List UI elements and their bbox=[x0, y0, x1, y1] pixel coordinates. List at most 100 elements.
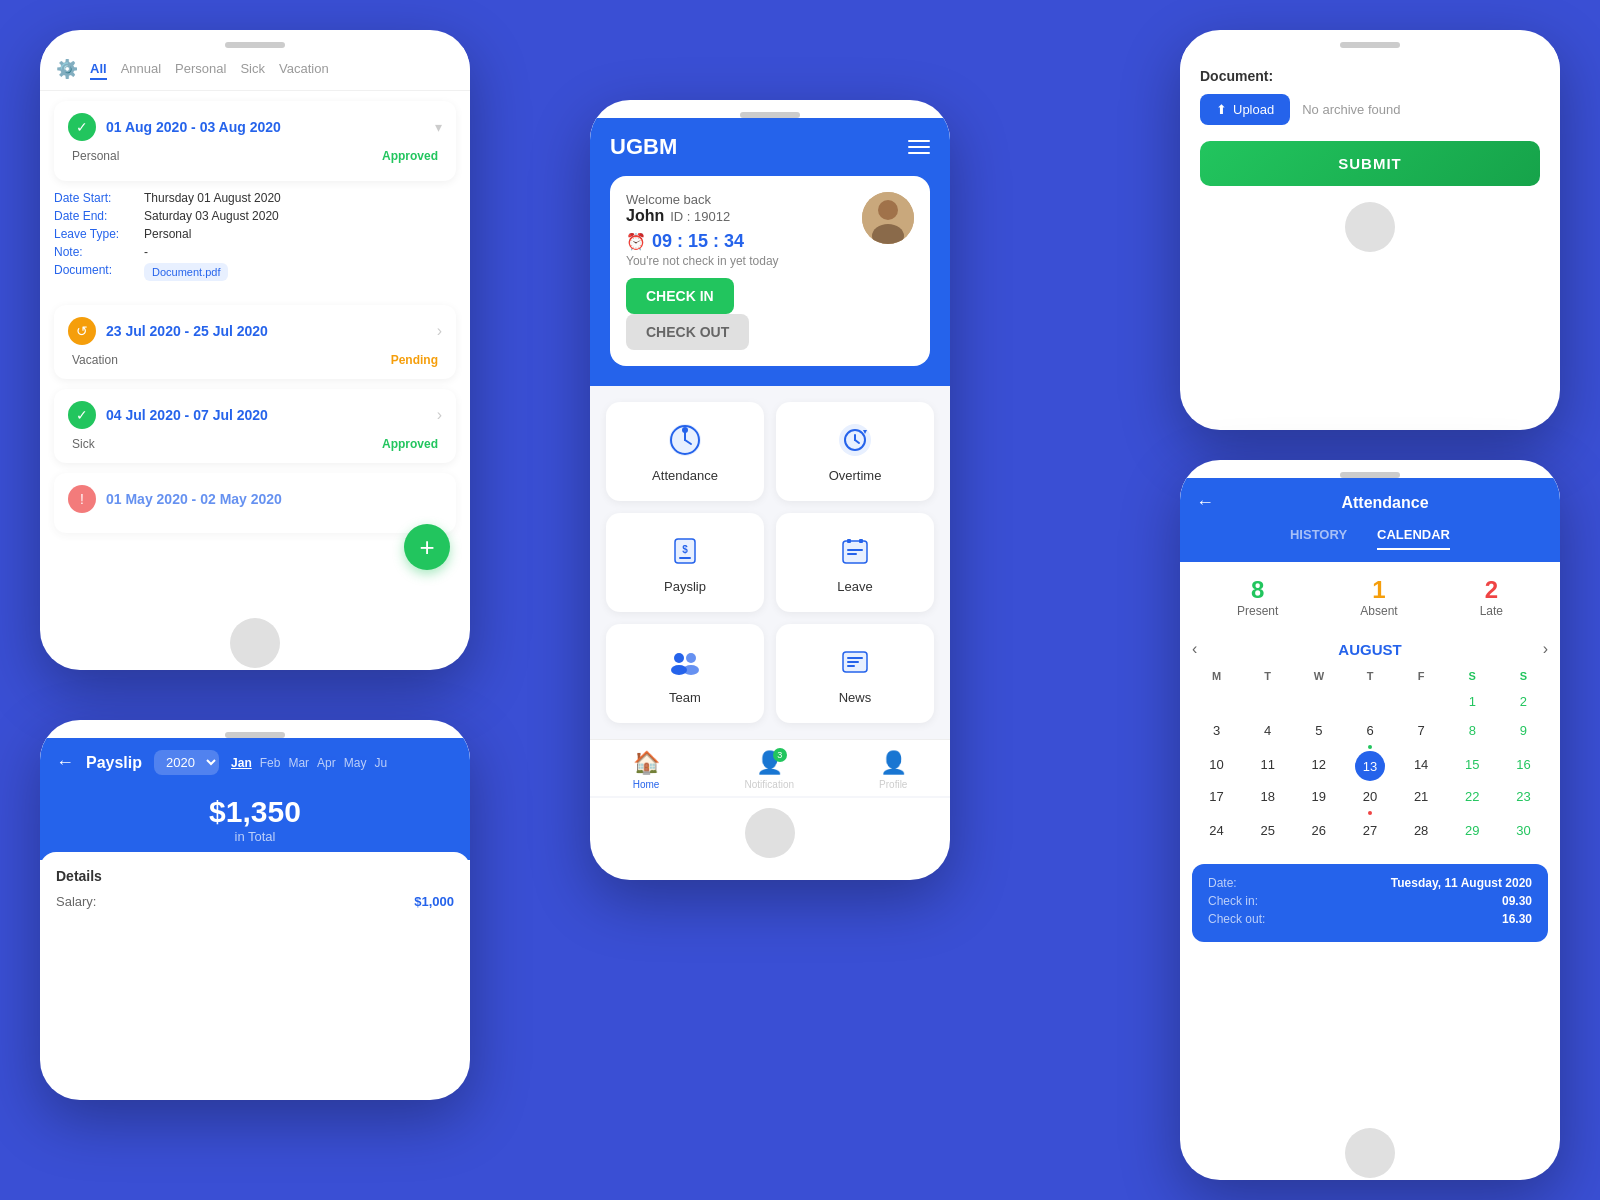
checkin-button[interactable]: CHECK IN bbox=[626, 278, 734, 314]
month-jun[interactable]: Ju bbox=[374, 756, 387, 770]
month-apr[interactable]: Apr bbox=[317, 756, 336, 770]
cal-day-3[interactable]: 3 bbox=[1192, 717, 1241, 749]
cal-day-15[interactable]: 15 bbox=[1448, 751, 1497, 781]
month-feb[interactable]: Feb bbox=[260, 756, 281, 770]
menu-item-payslip[interactable]: $ Payslip bbox=[606, 513, 764, 612]
upload-button[interactable]: ⬆ Upload bbox=[1200, 94, 1290, 125]
home-button-attendance[interactable] bbox=[1345, 1128, 1395, 1178]
history-tab[interactable]: HISTORY bbox=[1290, 527, 1347, 550]
menu-item-overtime[interactable]: Overtime bbox=[776, 402, 934, 501]
notification-badge: 3 bbox=[773, 748, 787, 762]
cal-day-7[interactable]: 7 bbox=[1397, 717, 1446, 749]
chevron-down-1: ▾ bbox=[435, 119, 442, 135]
cal-day-10[interactable]: 10 bbox=[1192, 751, 1241, 781]
filter-tabs: All Annual Personal Sick Vacation bbox=[90, 59, 329, 80]
cal-day-2[interactable]: 2 bbox=[1499, 688, 1548, 715]
svg-rect-15 bbox=[843, 541, 867, 563]
cal-day-25[interactable]: 25 bbox=[1243, 817, 1292, 844]
team-icon bbox=[665, 642, 705, 682]
present-count: 8 bbox=[1237, 576, 1278, 604]
leave-card-1-header: ✓ 01 Aug 2020 - 03 Aug 2020 ▾ bbox=[68, 113, 442, 141]
cal-day-1[interactable]: 1 bbox=[1448, 688, 1497, 715]
cal-day-20[interactable]: 20 bbox=[1361, 783, 1379, 810]
nav-profile[interactable]: 👤 Profile bbox=[879, 750, 907, 790]
nav-notification[interactable]: 👤 3 Notification bbox=[745, 750, 794, 790]
leave-date-4: 01 May 2020 - 02 May 2020 bbox=[106, 491, 442, 507]
cal-day-19[interactable]: 19 bbox=[1294, 783, 1343, 815]
svg-rect-18 bbox=[847, 549, 863, 551]
cal-day-24[interactable]: 24 bbox=[1192, 817, 1241, 844]
next-month-button[interactable]: › bbox=[1543, 640, 1548, 658]
menu-item-leave[interactable]: Leave bbox=[776, 513, 934, 612]
cal-day-14[interactable]: 14 bbox=[1397, 751, 1446, 781]
chevron-right-2: › bbox=[437, 322, 442, 340]
cal-day-8[interactable]: 8 bbox=[1448, 717, 1497, 749]
year-select[interactable]: 2020 2019 bbox=[154, 750, 219, 775]
checkout-button[interactable]: CHECK OUT bbox=[626, 314, 749, 350]
filter-icon[interactable]: ⚙️ bbox=[56, 58, 78, 80]
menu-item-attendance[interactable]: Attendance bbox=[606, 402, 764, 501]
cal-day-22[interactable]: 22 bbox=[1448, 783, 1497, 815]
cal-day-18[interactable]: 18 bbox=[1243, 783, 1292, 815]
cal-header-s2: S bbox=[1499, 666, 1548, 686]
filter-annual[interactable]: Annual bbox=[121, 59, 161, 80]
home-button[interactable] bbox=[745, 808, 795, 858]
cal-day-9[interactable]: 9 bbox=[1499, 717, 1548, 749]
cal-day-28[interactable]: 28 bbox=[1397, 817, 1446, 844]
hamburger-menu[interactable] bbox=[908, 140, 930, 154]
cal-day-5[interactable]: 5 bbox=[1294, 717, 1343, 749]
dot-6 bbox=[1368, 745, 1372, 749]
detail-date-label: Date: bbox=[1208, 876, 1237, 890]
prev-month-button[interactable]: ‹ bbox=[1192, 640, 1197, 658]
status-icon-approved-3: ✓ bbox=[68, 401, 96, 429]
filter-personal[interactable]: Personal bbox=[175, 59, 226, 80]
toggle-area bbox=[1200, 202, 1540, 252]
filter-vacation[interactable]: Vacation bbox=[279, 59, 329, 80]
leave-card-4[interactable]: ! 01 May 2020 - 02 May 2020 bbox=[54, 473, 456, 533]
cal-day-30[interactable]: 30 bbox=[1499, 817, 1548, 844]
menu-item-news[interactable]: News bbox=[776, 624, 934, 723]
attendance-back-button[interactable]: ← bbox=[1196, 492, 1214, 513]
svg-point-20 bbox=[674, 653, 684, 663]
cal-day-6[interactable]: 6 bbox=[1364, 717, 1375, 744]
cal-day-13-today[interactable]: 13 bbox=[1355, 751, 1385, 781]
cal-day-29[interactable]: 29 bbox=[1448, 817, 1497, 844]
leave-card-2[interactable]: ↺ 23 Jul 2020 - 25 Jul 2020 › Vacation P… bbox=[54, 305, 456, 379]
leave-card-1[interactable]: ✓ 01 Aug 2020 - 03 Aug 2020 ▾ Personal A… bbox=[54, 101, 456, 181]
detail-checkin-label: Check in: bbox=[1208, 894, 1258, 908]
attendance-phone: ← Attendance HISTORY CALENDAR 8 Present … bbox=[1180, 460, 1560, 1180]
leave-card-3[interactable]: ✓ 04 Jul 2020 - 07 Jul 2020 › Sick Appro… bbox=[54, 389, 456, 463]
submit-button[interactable]: SUBMIT bbox=[1200, 141, 1540, 186]
document-badge[interactable]: Document.pdf bbox=[144, 263, 228, 281]
menu-item-team[interactable]: Team bbox=[606, 624, 764, 723]
home-button-leave[interactable] bbox=[230, 618, 280, 668]
calendar-nav: ‹ AUGUST › bbox=[1192, 632, 1548, 666]
cal-header-t1: T bbox=[1243, 666, 1292, 686]
calendar-tab[interactable]: CALENDAR bbox=[1377, 527, 1450, 550]
leave-screen: ⚙️ All Annual Personal Sick Vacation ✓ 0… bbox=[40, 48, 470, 608]
filter-sick[interactable]: Sick bbox=[240, 59, 265, 80]
month-mar[interactable]: Mar bbox=[288, 756, 309, 770]
document-screen: Document: ⬆ Upload No archive found SUBM… bbox=[1180, 48, 1560, 368]
cal-day-16[interactable]: 16 bbox=[1499, 751, 1548, 781]
add-leave-button[interactable]: + bbox=[404, 524, 450, 570]
team-label: Team bbox=[669, 690, 701, 705]
cal-day-17[interactable]: 17 bbox=[1192, 783, 1241, 815]
cal-header-f: F bbox=[1397, 666, 1446, 686]
cal-day-12[interactable]: 12 bbox=[1294, 751, 1343, 781]
month-jan[interactable]: Jan bbox=[231, 756, 252, 770]
clock-row: ⏰ 09 : 15 : 34 bbox=[626, 231, 862, 252]
cal-day-27[interactable]: 27 bbox=[1345, 817, 1394, 844]
cal-day-23[interactable]: 23 bbox=[1499, 783, 1548, 815]
cal-day-21[interactable]: 21 bbox=[1397, 783, 1446, 815]
action-buttons: CHECK IN CHECK OUT bbox=[626, 278, 862, 350]
clock-time: 09 : 15 : 34 bbox=[652, 231, 744, 252]
month-may[interactable]: May bbox=[344, 756, 367, 770]
cal-day-empty-5 bbox=[1397, 688, 1446, 715]
nav-home[interactable]: 🏠 Home bbox=[633, 750, 660, 790]
cal-day-26[interactable]: 26 bbox=[1294, 817, 1343, 844]
cal-day-4[interactable]: 4 bbox=[1243, 717, 1292, 749]
cal-day-11[interactable]: 11 bbox=[1243, 751, 1292, 781]
filter-all[interactable]: All bbox=[90, 59, 107, 80]
back-button[interactable]: ← bbox=[56, 752, 74, 773]
